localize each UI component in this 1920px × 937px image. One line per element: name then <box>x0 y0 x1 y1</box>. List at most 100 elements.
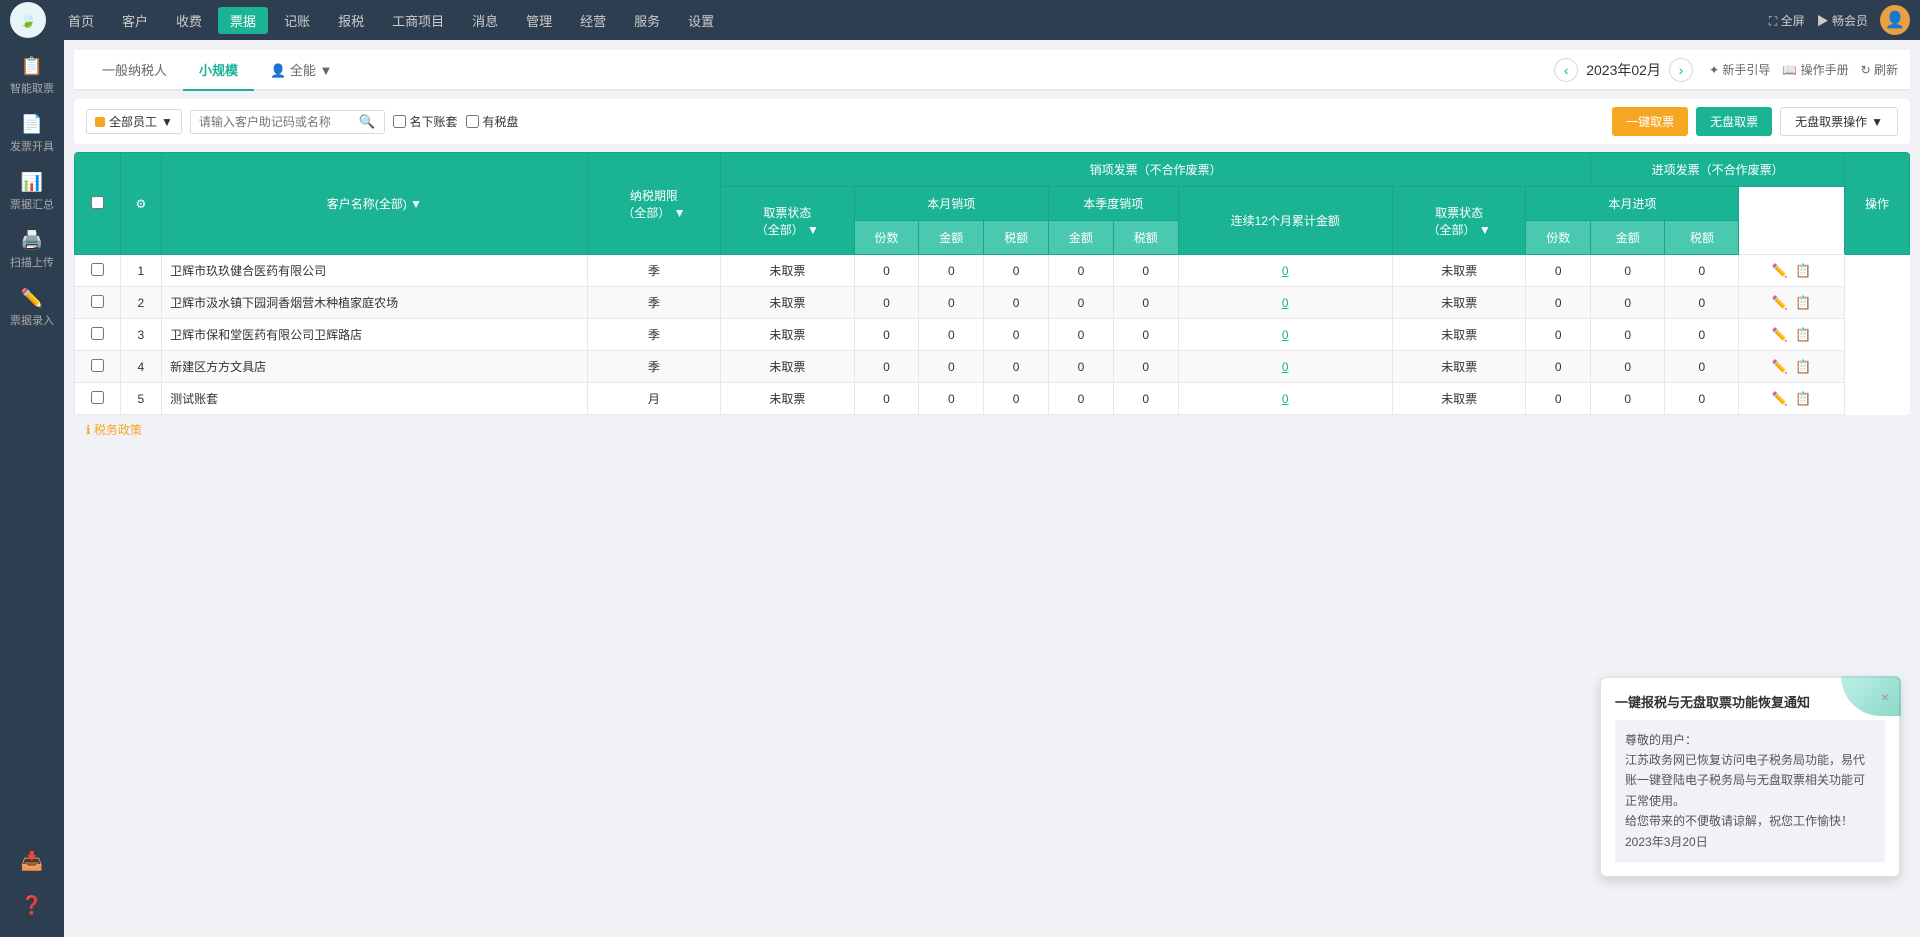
th-purchase-amount: 金额 <box>1591 221 1665 255</box>
invoice-icon: 📄 <box>21 114 43 135</box>
manual-btn[interactable]: 📖 操作手册 <box>1782 61 1848 78</box>
nav-services[interactable]: 服务 <box>622 7 672 34</box>
notification-close-btn[interactable]: × <box>1881 686 1889 710</box>
prev-period-btn[interactable]: ‹ <box>1554 58 1578 82</box>
row-select-checkbox[interactable] <box>91 263 104 276</box>
row-view-btn[interactable]: 📋 <box>1795 295 1811 310</box>
one-click-ticket-btn[interactable]: 一键取票 <box>1612 107 1688 136</box>
row-purchase-amount: 0 <box>1591 287 1665 319</box>
row-period: 季 <box>587 255 720 287</box>
row-sale-12month[interactable]: 0 <box>1178 351 1392 383</box>
download-icon: 📥 <box>21 851 43 872</box>
nav-operations[interactable]: 经营 <box>568 7 618 34</box>
taxdisk-checkbox[interactable] <box>466 115 479 128</box>
nav-tax[interactable]: 报税 <box>326 7 376 34</box>
search-box: 🔍 <box>190 110 385 134</box>
row-edit-btn[interactable]: ✏️ <box>1772 359 1788 374</box>
row-view-btn[interactable]: 📋 <box>1795 263 1811 278</box>
period-label: 2023年02月 <box>1586 60 1661 80</box>
tab-all[interactable]: 👤 全能 ▼ <box>254 50 348 91</box>
row-sale-qtr-tax: 0 <box>1113 383 1178 415</box>
sidebar-item-entry[interactable]: ✏️ 票据录入 <box>2 280 62 336</box>
nav-business[interactable]: 工商项目 <box>380 7 456 34</box>
sidebar-help[interactable]: ❓ <box>2 887 62 927</box>
row-edit-btn[interactable]: ✏️ <box>1772 295 1788 310</box>
row-edit-btn[interactable]: ✏️ <box>1772 391 1788 406</box>
new-guide-btn[interactable]: ✦ 新手引导 <box>1709 61 1770 78</box>
tab-general-taxpayer[interactable]: 一般纳税人 <box>86 50 183 91</box>
sidebar-download[interactable]: 📥 <box>2 843 62 883</box>
toolbar-right: 一键取票 无盘取票 无盘取票操作 ▼ <box>1612 107 1898 136</box>
nav-tickets[interactable]: 票据 <box>218 7 268 34</box>
nav-management[interactable]: 管理 <box>514 7 564 34</box>
fullscreen-btn[interactable]: ⛶ 全屏 <box>1769 12 1805 29</box>
smart-ticket-icon: 📋 <box>21 56 43 77</box>
row-sale-qtr-amount: 0 <box>1049 383 1114 415</box>
sidebar-item-invoice[interactable]: 📄 发票开具 <box>2 106 62 162</box>
nav-customer[interactable]: 客户 <box>110 7 160 34</box>
row-checkbox[interactable] <box>75 255 121 287</box>
diskless-ticket-btn[interactable]: 无盘取票 <box>1696 107 1772 136</box>
sidebar-item-smart-ticket[interactable]: 📋 智能取票 <box>2 48 62 104</box>
vip-btn[interactable]: ▶ 畅会员 <box>1817 12 1868 29</box>
row-select-checkbox[interactable] <box>91 391 104 404</box>
next-period-btn[interactable]: › <box>1669 58 1693 82</box>
checkbox-own-account[interactable]: 名下账套 <box>393 113 458 130</box>
row-purchase-amount: 0 <box>1591 383 1665 415</box>
all-tab-icon: 👤 <box>270 63 286 78</box>
th-sale-tax: 税额 <box>984 221 1049 255</box>
row-checkbox[interactable] <box>75 319 121 351</box>
row-purchase-count: 0 <box>1526 351 1591 383</box>
footer-hint[interactable]: ℹ 税务政策 <box>74 415 1910 444</box>
row-purchase-status: 未取票 <box>1392 287 1525 319</box>
sidebar-item-summary[interactable]: 📊 票据汇总 <box>2 164 62 220</box>
nav-bookkeeping[interactable]: 记账 <box>272 7 322 34</box>
row-sale-12month[interactable]: 0 <box>1178 319 1392 351</box>
select-all-checkbox[interactable] <box>91 196 104 209</box>
row-sale-12month[interactable]: 0 <box>1178 287 1392 319</box>
row-sale-12month[interactable]: 0 <box>1178 255 1392 287</box>
row-sale-status: 未取票 <box>721 383 854 415</box>
row-sale-status: 未取票 <box>721 351 854 383</box>
row-checkbox[interactable] <box>75 383 121 415</box>
row-edit-btn[interactable]: ✏️ <box>1772 263 1788 278</box>
row-select-checkbox[interactable] <box>91 327 104 340</box>
user-avatar[interactable]: 👤 <box>1880 5 1910 35</box>
row-view-btn[interactable]: 📋 <box>1795 327 1811 342</box>
checkbox-has-taxdisk[interactable]: 有税盘 <box>466 113 519 130</box>
diskless-ops-btn[interactable]: 无盘取票操作 ▼ <box>1780 107 1898 136</box>
th-action: 操作 <box>1845 153 1910 255</box>
employee-select[interactable]: 全部员工 ▼ <box>86 109 182 134</box>
row-actions: ✏️ 📋 <box>1739 319 1845 351</box>
th-tax-period: 纳税期限（全部） ▼ <box>587 153 720 255</box>
row-purchase-amount: 0 <box>1591 319 1665 351</box>
row-view-btn[interactable]: 📋 <box>1795 359 1811 374</box>
nav-settings[interactable]: 设置 <box>676 7 726 34</box>
refresh-btn[interactable]: ↻ 刷新 <box>1861 61 1898 78</box>
row-select-checkbox[interactable] <box>91 295 104 308</box>
row-view-btn[interactable]: 📋 <box>1795 391 1811 406</box>
row-sale-12month[interactable]: 0 <box>1178 383 1392 415</box>
row-index: 2 <box>120 287 162 319</box>
row-purchase-amount: 0 <box>1591 255 1665 287</box>
search-button[interactable]: 🔍 <box>359 114 376 130</box>
sidebar-item-scan[interactable]: 🖨️ 扫描上传 <box>2 222 62 278</box>
search-input[interactable] <box>199 115 359 129</box>
row-checkbox[interactable] <box>75 351 121 383</box>
row-sale-qtr-amount: 0 <box>1049 255 1114 287</box>
app-logo: 🍃 <box>10 2 46 38</box>
row-checkbox[interactable] <box>75 287 121 319</box>
row-sale-month-tax: 0 <box>984 319 1049 351</box>
tab-small-scale[interactable]: 小规模 <box>183 50 254 91</box>
nav-home[interactable]: 首页 <box>56 7 106 34</box>
row-edit-btn[interactable]: ✏️ <box>1772 327 1788 342</box>
employee-dropdown-icon: ▼ <box>161 115 173 129</box>
own-account-checkbox[interactable] <box>393 115 406 128</box>
row-select-checkbox[interactable] <box>91 359 104 372</box>
nav-billing[interactable]: 收费 <box>164 7 214 34</box>
row-actions: ✏️ 📋 <box>1739 351 1845 383</box>
sidebar: 📋 智能取票 📄 发票开具 📊 票据汇总 🖨️ 扫描上传 ✏️ 票据录入 📥 ❓ <box>0 40 64 937</box>
th-checkbox <box>75 153 121 255</box>
row-purchase-tax: 0 <box>1665 287 1739 319</box>
nav-messages[interactable]: 消息 <box>460 7 510 34</box>
